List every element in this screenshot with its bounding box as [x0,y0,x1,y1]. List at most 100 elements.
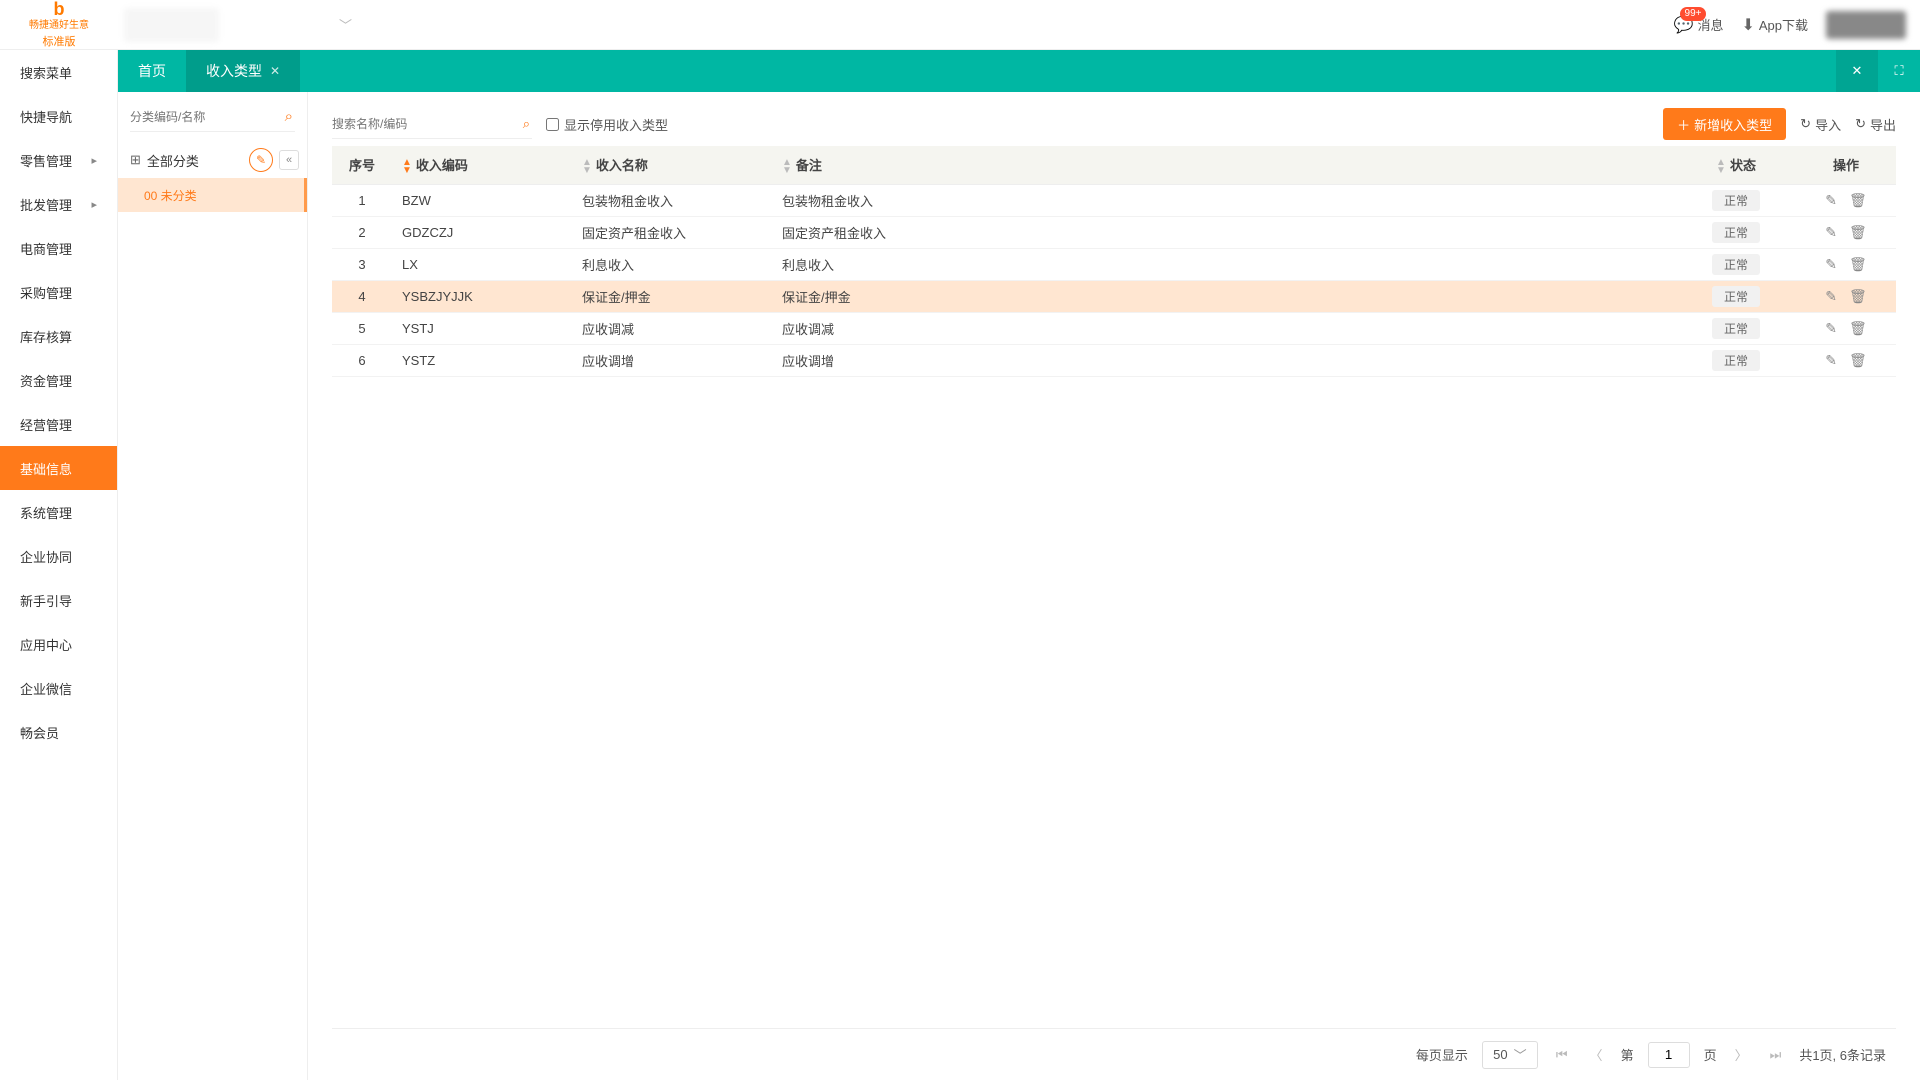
cell-code: BZW [392,184,572,216]
sidebar-item[interactable]: 电商管理 [0,226,117,270]
col-index[interactable]: 序号 [332,146,392,184]
col-status[interactable]: ▲▼状态 [1676,146,1796,184]
cell-index: 4 [332,280,392,312]
cell-name: 利息收入 [572,248,772,280]
search-icon[interactable]: ⌕ [285,108,293,125]
sidebar-item[interactable]: 库存核算 [0,314,117,358]
category-all-label[interactable]: 全部分类 [147,151,199,170]
sidebar-item[interactable]: 基础信息 [0,446,117,490]
row-delete-button[interactable]: 🗑 [1849,256,1867,272]
cell-op: ✎🗑 [1796,312,1896,344]
cell-op: ✎🗑 [1796,280,1896,312]
pager-summary: 共1页, 6条记录 [1799,1045,1886,1064]
row-edit-button[interactable]: ✎ [1825,320,1837,336]
cell-index: 6 [332,344,392,376]
cell-remark: 利息收入 [772,248,1676,280]
table-row[interactable]: 6YSTZ应收调增应收调增正常✎🗑 [332,344,1896,376]
app-download-label: App下载 [1759,15,1808,34]
tab-income-type[interactable]: 收入类型 ✕ [186,50,300,92]
download-icon: ⬇ [1741,15,1754,35]
user-avatar[interactable] [1826,11,1906,39]
category-edit-button[interactable]: ✎ [249,148,273,172]
grid-icon: ⊞ [130,152,141,168]
sidebar-item[interactable]: 资金管理 [0,358,117,402]
row-edit-button[interactable]: ✎ [1825,256,1837,272]
messages-button[interactable]: 💬 99+ 消息 [1674,15,1724,35]
category-panel: ⌕ ⊞ 全部分类 ✎ « 00 未分类 [118,92,308,1080]
tab-bar: 首页 收入类型 ✕ ✕ ⛶ [0,50,1920,92]
cell-remark: 应收调减 [772,312,1676,344]
cell-remark: 保证金/押金 [772,280,1676,312]
row-edit-button[interactable]: ✎ [1825,288,1837,304]
pager-next-button[interactable]: 〉 [1731,1045,1752,1064]
pager-page-input[interactable] [1648,1042,1690,1068]
sidebar-item[interactable]: 快捷导航 [0,94,117,138]
sidebar-item[interactable]: 新手引导 [0,578,117,622]
category-search-input[interactable] [130,102,295,132]
cell-name: 固定资产租金收入 [572,216,772,248]
search-icon[interactable]: ⌕ [523,116,530,132]
table-row[interactable]: 2GDZCZJ固定资产租金收入固定资产租金收入正常✎🗑 [332,216,1896,248]
table-row[interactable]: 3LX利息收入利息收入正常✎🗑 [332,248,1896,280]
chevron-down-icon: ﹀ [1514,1045,1527,1064]
row-delete-button[interactable]: 🗑 [1849,320,1867,336]
sidebar-item[interactable]: 批发管理▸ [0,182,117,226]
row-edit-button[interactable]: ✎ [1825,352,1837,368]
col-remark[interactable]: ▲▼备注 [772,146,1676,184]
cell-op: ✎🗑 [1796,248,1896,280]
chevron-down-icon[interactable]: ﹀ [339,15,352,34]
col-code[interactable]: ▲▼收入编码 [392,146,572,184]
show-disabled-input[interactable] [546,118,559,131]
category-collapse-button[interactable]: « [279,150,299,170]
cell-status: 正常 [1676,344,1796,376]
show-disabled-checkbox[interactable]: 显示停用收入类型 [546,115,668,134]
cell-code: YSBZJYJJK [392,280,572,312]
sidebar-item[interactable]: 经营管理 [0,402,117,446]
sidebar-item[interactable]: 采购管理 [0,270,117,314]
sidebar-item[interactable]: 应用中心 [0,622,117,666]
fullscreen-button[interactable]: ⛶ [1878,50,1920,92]
income-type-table: 序号 ▲▼收入编码 ▲▼收入名称 ▲▼备注 ▲▼状态 操作 1BZW包装物租金收… [332,146,1896,377]
sidebar-item[interactable]: 企业微信 [0,666,117,710]
caret-right-icon: ▸ [91,154,97,167]
row-delete-button[interactable]: 🗑 [1849,224,1867,240]
export-button[interactable]: ↻ 导出 [1855,115,1896,134]
cell-index: 5 [332,312,392,344]
pager-last-button[interactable]: ⏭ [1766,1047,1786,1063]
sidebar-item[interactable]: 畅会员 [0,710,117,754]
cell-index: 1 [332,184,392,216]
row-delete-button[interactable]: 🗑 [1849,352,1867,368]
tab-close-icon[interactable]: ✕ [270,64,280,78]
cell-index: 3 [332,248,392,280]
cell-op: ✎🗑 [1796,184,1896,216]
row-edit-button[interactable]: ✎ [1825,192,1837,208]
sidebar-item[interactable]: 企业协同 [0,534,117,578]
pager-prev-button[interactable]: 〈 [1586,1045,1607,1064]
org-selector[interactable] [124,8,219,42]
col-name[interactable]: ▲▼收入名称 [572,146,772,184]
per-page-select[interactable]: 50 ﹀ [1482,1041,1538,1069]
sidebar-item[interactable]: 搜索菜单 [0,50,117,94]
pager: 每页显示 50 ﹀ ⏮ 〈 第 页 〉 ⏭ 共1页, 6条记录 [332,1028,1896,1080]
cell-index: 2 [332,216,392,248]
cell-op: ✎🗑 [1796,344,1896,376]
app-download-button[interactable]: ⬇ App下载 [1741,15,1808,35]
new-income-type-button[interactable]: ＋ 新增收入类型 [1663,108,1786,140]
table-row[interactable]: 5YSTJ应收调减应收调减正常✎🗑 [332,312,1896,344]
pager-first-button[interactable]: ⏮ [1552,1047,1572,1063]
sidebar-item[interactable]: 零售管理▸ [0,138,117,182]
tab-home[interactable]: 首页 [118,50,186,92]
table-search-input[interactable] [332,109,532,139]
plus-icon: ＋ [1677,115,1690,134]
row-delete-button[interactable]: 🗑 [1849,288,1867,304]
table-row[interactable]: 4YSBZJYJJK保证金/押金保证金/押金正常✎🗑 [332,280,1896,312]
category-node-uncategorized[interactable]: 00 未分类 [118,178,307,212]
row-delete-button[interactable]: 🗑 [1849,192,1867,208]
sidebar-item[interactable]: 系统管理 [0,490,117,534]
cell-status: 正常 [1676,216,1796,248]
cell-remark: 应收调增 [772,344,1676,376]
close-all-tabs-button[interactable]: ✕ [1836,50,1878,92]
import-button[interactable]: ↻ 导入 [1800,115,1841,134]
table-row[interactable]: 1BZW包装物租金收入包装物租金收入正常✎🗑 [332,184,1896,216]
row-edit-button[interactable]: ✎ [1825,224,1837,240]
